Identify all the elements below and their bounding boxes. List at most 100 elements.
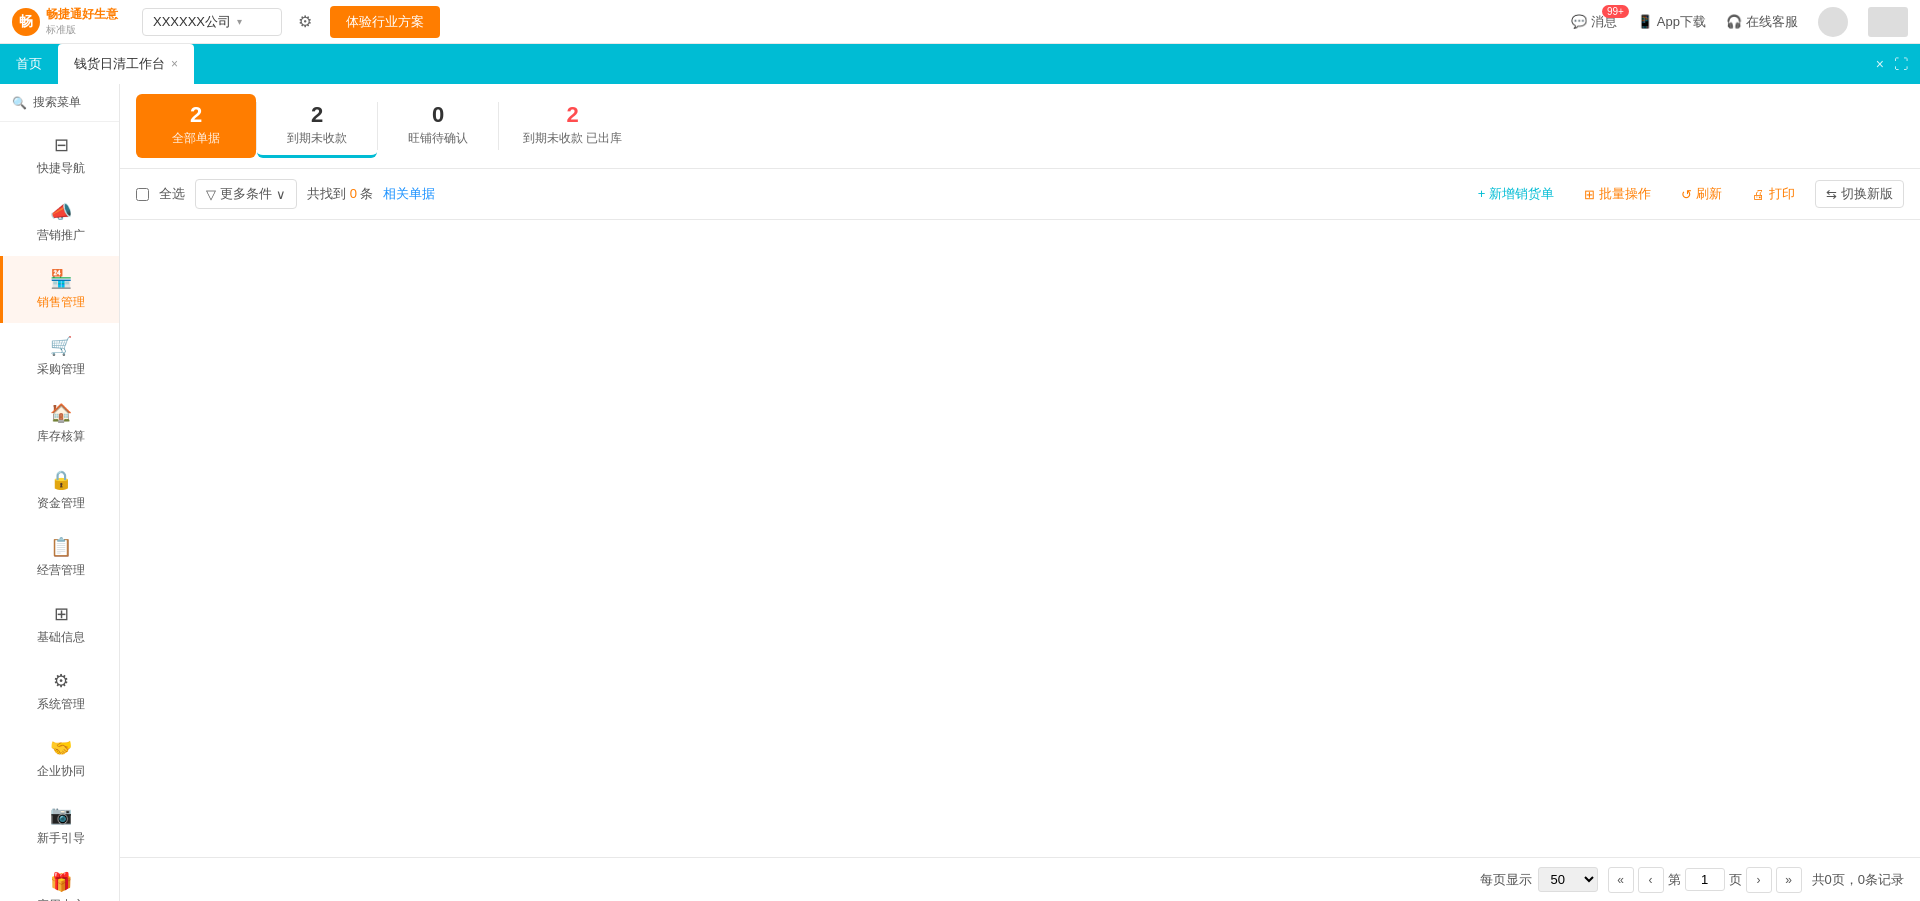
page-nav: « ‹ 第 页 › » xyxy=(1608,867,1802,893)
stat-label-all: 全部单据 xyxy=(160,130,232,147)
sidebar-item-cooperation[interactable]: 🤝 企业协同 xyxy=(0,725,119,792)
purchase-icon: 🛒 xyxy=(50,335,72,357)
appstore-icon: 🎁 xyxy=(50,871,72,893)
sidebar-item-inventory[interactable]: 🏠 库存核算 xyxy=(0,390,119,457)
sidebar-item-label: 基础信息 xyxy=(37,629,85,646)
table-area xyxy=(120,220,1920,857)
guide-icon: 📷 xyxy=(50,804,72,826)
page-prefix-label: 第 xyxy=(1668,871,1681,889)
finance-icon: 🔒 xyxy=(50,469,72,491)
content-wrapper: 2 全部单据 2 到期未收款 0 旺铺待确认 2 到期未收款 已出库 xyxy=(120,84,1920,901)
online-service-button[interactable]: 🎧 在线客服 xyxy=(1726,13,1798,31)
avatar[interactable] xyxy=(1818,7,1848,37)
message-icon: 💬 xyxy=(1571,14,1587,29)
toolbar: 全选 ▽ 更多条件 ∨ 共找到 0 条 相关单据 + 新增销货单 xyxy=(120,169,1920,220)
message-button[interactable]: 💬 消息 99+ xyxy=(1571,13,1617,31)
filter-icon: ▽ xyxy=(206,187,216,202)
stat-card-all[interactable]: 2 全部单据 xyxy=(136,94,256,158)
sidebar-item-label: 新手引导 xyxy=(37,830,85,847)
page-suffix-label: 页 xyxy=(1729,871,1742,889)
logo-sub: 标准版 xyxy=(46,23,118,36)
basic-icon: ⊞ xyxy=(54,603,69,625)
content-area: 2 全部单据 2 到期未收款 0 旺铺待确认 2 到期未收款 已出库 xyxy=(120,84,1920,901)
found-count: 0 xyxy=(350,186,357,201)
print-button[interactable]: 🖨 打印 xyxy=(1742,180,1805,208)
message-badge: 99+ xyxy=(1602,5,1629,18)
tab-active[interactable]: 钱货日清工作台 × xyxy=(58,44,194,84)
batch-button[interactable]: ⊞ 批量操作 xyxy=(1574,180,1661,208)
cooperation-icon: 🤝 xyxy=(50,737,72,759)
sidebar-item-purchase[interactable]: 🛒 采购管理 xyxy=(0,323,119,390)
select-all-checkbox[interactable] xyxy=(136,188,149,201)
stat-number-pending: 0 xyxy=(402,102,474,128)
trial-button[interactable]: 体验行业方案 xyxy=(330,6,440,38)
filter-chevron-icon: ∨ xyxy=(276,187,286,202)
home-tab-label: 首页 xyxy=(16,55,42,73)
sidebar-item-label: 应用中心 xyxy=(37,897,85,901)
stat-card-overdue[interactable]: 2 到期未收款 xyxy=(257,94,377,158)
stat-card-pending[interactable]: 0 旺铺待确认 xyxy=(378,94,498,158)
tab-minimize-icon[interactable]: × xyxy=(1876,56,1884,72)
refresh-button[interactable]: ↺ 刷新 xyxy=(1671,180,1732,208)
main-layout: 🔍 搜索菜单 ⊟ 快捷导航 📣 营销推广 🏪 销售管理 🛒 采购管理 🏠 库存核… xyxy=(0,84,1920,901)
search-label: 搜索菜单 xyxy=(33,94,81,111)
next-page-button[interactable]: › xyxy=(1746,867,1772,893)
found-prefix: 共找到 xyxy=(307,186,346,201)
select-all-label: 全选 xyxy=(159,185,185,203)
app-download-button[interactable]: 📱 App下载 xyxy=(1637,13,1706,31)
refresh-icon: ↺ xyxy=(1681,187,1692,202)
company-selector[interactable]: XXXXXX公司 ▾ xyxy=(142,8,282,36)
refresh-label: 刷新 xyxy=(1696,185,1722,203)
sidebar-item-guide[interactable]: 📷 新手引导 xyxy=(0,792,119,859)
tab-close-icon[interactable]: × xyxy=(171,57,178,71)
app-download-icon: 📱 xyxy=(1637,14,1653,29)
sidebar: 🔍 搜索菜单 ⊟ 快捷导航 📣 营销推广 🏪 销售管理 🛒 采购管理 🏠 库存核… xyxy=(0,84,120,901)
user-name-area[interactable] xyxy=(1868,7,1908,37)
tab-maximize-icon[interactable]: ⛶ xyxy=(1894,56,1908,72)
switch-button[interactable]: ⇆ 切换新版 xyxy=(1815,180,1904,208)
stats-row: 2 全部单据 2 到期未收款 0 旺铺待确认 2 到期未收款 已出库 xyxy=(120,84,1920,169)
add-button[interactable]: + 新增销货单 xyxy=(1468,180,1564,208)
active-tab-label: 钱货日清工作台 xyxy=(74,55,165,73)
page-number-input[interactable] xyxy=(1685,868,1725,891)
inventory-icon: 🏠 xyxy=(50,402,72,424)
switch-icon: ⇆ xyxy=(1826,187,1837,202)
prev-page-button[interactable]: ‹ xyxy=(1638,867,1664,893)
quick-nav-icon: ⊟ xyxy=(54,134,69,156)
sidebar-item-label: 系统管理 xyxy=(37,696,85,713)
logo-main: 畅捷通好生意 xyxy=(46,7,118,23)
operation-icon: 📋 xyxy=(50,536,72,558)
sidebar-item-finance[interactable]: 🔒 资金管理 xyxy=(0,457,119,524)
sidebar-item-label: 库存核算 xyxy=(37,428,85,445)
settings-button[interactable]: ⚙ xyxy=(290,7,320,37)
chevron-down-icon: ▾ xyxy=(237,16,242,27)
sidebar-search[interactable]: 🔍 搜索菜单 xyxy=(0,84,119,122)
tab-home[interactable]: 首页 xyxy=(0,44,58,84)
sidebar-item-quick-nav[interactable]: ⊟ 快捷导航 xyxy=(0,122,119,189)
sidebar-item-sales[interactable]: 🏪 销售管理 xyxy=(0,256,119,323)
per-page-select[interactable]: 50 100 200 xyxy=(1538,867,1598,892)
sidebar-item-basic[interactable]: ⊞ 基础信息 xyxy=(0,591,119,658)
sidebar-item-label: 资金管理 xyxy=(37,495,85,512)
sidebar-item-marketing[interactable]: 📣 营销推广 xyxy=(0,189,119,256)
sidebar-item-label: 营销推广 xyxy=(37,227,85,244)
sidebar-item-label: 经营管理 xyxy=(37,562,85,579)
sidebar-item-appstore[interactable]: 🎁 应用中心 xyxy=(0,859,119,901)
filter-label: 更多条件 xyxy=(220,185,272,203)
first-page-button[interactable]: « xyxy=(1608,867,1634,893)
sidebar-item-label: 快捷导航 xyxy=(37,160,85,177)
sidebar-item-label: 企业协同 xyxy=(37,763,85,780)
per-page-selector: 每页显示 50 100 200 xyxy=(1480,867,1598,892)
stat-label-shipped: 到期未收款 已出库 xyxy=(523,130,622,147)
related-link[interactable]: 相关单据 xyxy=(383,185,435,203)
last-page-button[interactable]: » xyxy=(1776,867,1802,893)
batch-icon: ⊞ xyxy=(1584,187,1595,202)
pagination-bar: 每页显示 50 100 200 « ‹ 第 页 › » 共0页，0条记录 xyxy=(120,857,1920,901)
app-download-label: App下载 xyxy=(1657,13,1706,31)
filter-button[interactable]: ▽ 更多条件 ∨ xyxy=(195,179,297,209)
sidebar-item-system[interactable]: ⚙ 系统管理 xyxy=(0,658,119,725)
sidebar-item-operation[interactable]: 📋 经营管理 xyxy=(0,524,119,591)
logo-text: 畅捷通好生意 标准版 xyxy=(46,7,118,36)
print-label: 打印 xyxy=(1769,185,1795,203)
stat-card-shipped[interactable]: 2 到期未收款 已出库 xyxy=(499,94,646,158)
